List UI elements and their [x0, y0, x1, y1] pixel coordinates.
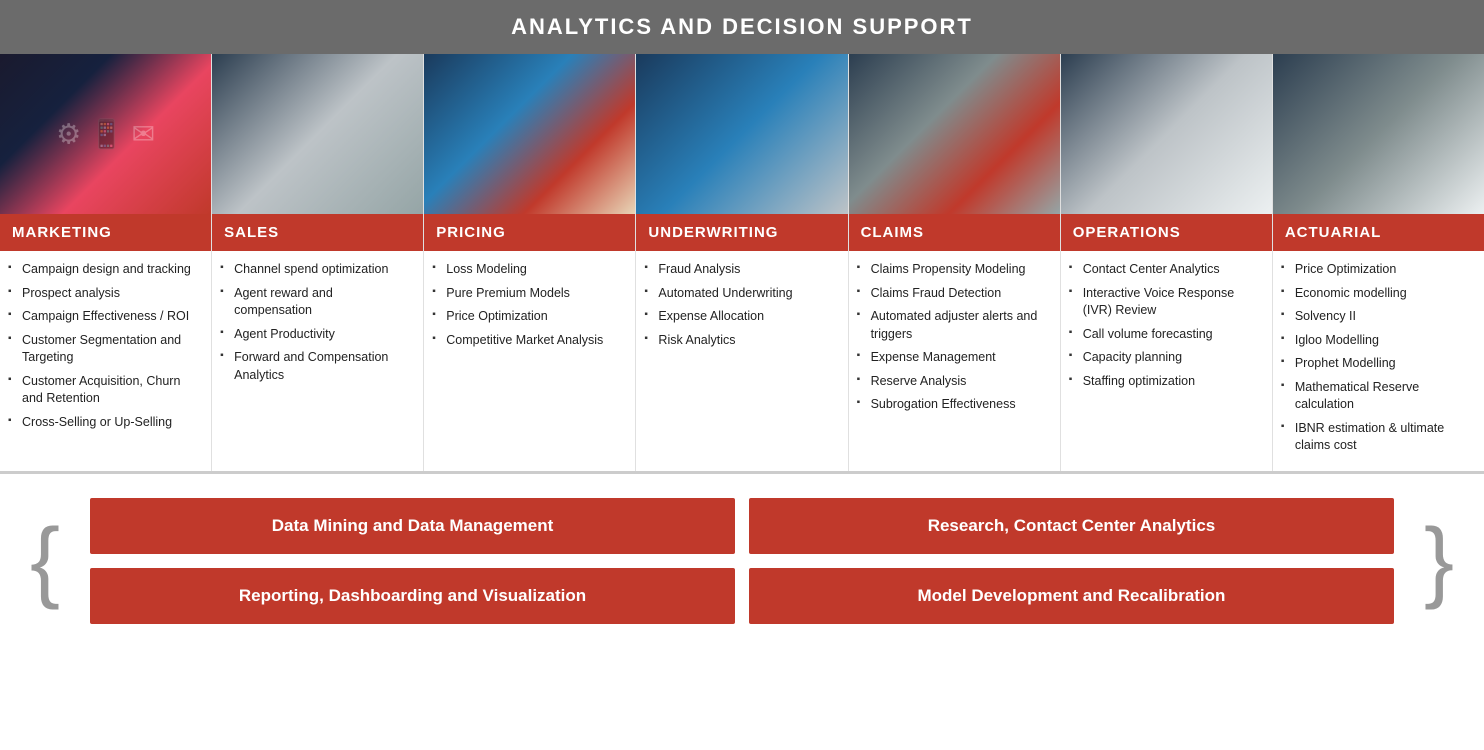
col-header-pricing: PRICING	[424, 214, 635, 251]
list-item: Campaign Effectiveness / ROI	[8, 308, 201, 326]
col-header-operations: OPERATIONS	[1061, 214, 1272, 251]
list-item: Prospect analysis	[8, 285, 201, 303]
page-title: ANALYTICS AND DECISION SUPPORT	[0, 0, 1484, 54]
list-item: Risk Analytics	[644, 332, 837, 350]
col-header-sales: SALES	[212, 214, 423, 251]
list-item: Subrogation Effectiveness	[857, 396, 1050, 414]
col-content-pricing: Loss Modeling Pure Premium Models Price Op…	[424, 251, 635, 471]
list-item: Agent reward and compensation	[220, 285, 413, 320]
list-item: Claims Fraud Detection	[857, 285, 1050, 303]
list-item: Solvency II	[1281, 308, 1474, 326]
list-item: Reserve Analysis	[857, 373, 1050, 391]
bottom-item: Data Mining and Data Management	[90, 498, 735, 554]
list-item: Staffing optimization	[1069, 373, 1262, 391]
list-item: Mathematical Reserve calculation	[1281, 379, 1474, 414]
col-marketing: MARKETING Campaign design and tracking Pro…	[0, 54, 212, 471]
col-header-claims: CLAIMS	[849, 214, 1060, 251]
list-item: Claims Propensity Modeling	[857, 261, 1050, 279]
col-content-claims: Claims Propensity Modeling Claims Fraud D…	[849, 251, 1060, 471]
list-item: Customer Segmentation and Targeting	[8, 332, 201, 367]
col-image-operations	[1061, 54, 1272, 214]
list-item: Contact Center Analytics	[1069, 261, 1262, 279]
list-item: Channel spend optimization	[220, 261, 413, 279]
col-content-operations: Contact Center Analytics Interactive Voic…	[1061, 251, 1272, 471]
list-item: Agent Productivity	[220, 326, 413, 344]
list-item: Fraud Analysis	[644, 261, 837, 279]
list-item: Automated adjuster alerts and triggers	[857, 308, 1050, 343]
list-item: Customer Acquisition, Churn and Retentio…	[8, 373, 201, 408]
col-header-underwriting: UNDERWRITING	[636, 214, 847, 251]
list-item: Call volume forecasting	[1069, 326, 1262, 344]
list-item: Capacity planning	[1069, 349, 1262, 367]
col-pricing: PRICING Loss Modeling Pure Premium Models P…	[424, 54, 636, 471]
col-image-claims	[849, 54, 1060, 214]
list-item: Economic modelling	[1281, 285, 1474, 303]
list-item: Prophet Modelling	[1281, 355, 1474, 373]
col-actuarial: ACTUARIAL Price Optimization Economic mode…	[1273, 54, 1484, 471]
brace-right-icon: }	[1424, 516, 1454, 606]
list-item: Competitive Market Analysis	[432, 332, 625, 350]
col-content-sales: Channel spend optimization Agent reward a…	[212, 251, 423, 471]
col-image-sales	[212, 54, 423, 214]
list-item: Interactive Voice Response (IVR) Review	[1069, 285, 1262, 320]
col-content-actuarial: Price Optimization Economic modelling Solv…	[1273, 251, 1484, 471]
list-item: Price Optimization	[1281, 261, 1474, 279]
list-item: Cross-Selling or Up-Selling	[8, 414, 201, 432]
col-operations: OPERATIONS Contact Center Analytics Intera…	[1061, 54, 1273, 471]
list-item: IBNR estimation & ultimate claims cost	[1281, 420, 1474, 455]
col-header-marketing: MARKETING	[0, 214, 211, 251]
bottom-item: Model Development and Recalibration	[749, 568, 1394, 624]
list-item: Pure Premium Models	[432, 285, 625, 303]
list-item: Igloo Modelling	[1281, 332, 1474, 350]
bottom-item: Research, Contact Center Analytics	[749, 498, 1394, 554]
col-image-underwriting	[636, 54, 847, 214]
bottom-item: Reporting, Dashboarding and Visualizatio…	[90, 568, 735, 624]
col-image-actuarial	[1273, 54, 1484, 214]
list-item: Loss Modeling	[432, 261, 625, 279]
bottom-grid: Data Mining and Data ManagementResearch,…	[90, 498, 1394, 624]
col-header-actuarial: ACTUARIAL	[1273, 214, 1484, 251]
list-item: Price Optimization	[432, 308, 625, 326]
col-content-underwriting: Fraud Analysis Automated Underwriting Expe…	[636, 251, 847, 471]
col-claims: CLAIMS Claims Propensity Modeling Claims F…	[849, 54, 1061, 471]
list-item: Campaign design and tracking	[8, 261, 201, 279]
col-content-marketing: Campaign design and tracking Prospect ana…	[0, 251, 211, 471]
brace-left-icon: {	[30, 516, 60, 606]
list-item: Forward and Compensation Analytics	[220, 349, 413, 384]
columns-wrapper: MARKETING Campaign design and tracking Pro…	[0, 54, 1484, 474]
list-item: Expense Management	[857, 349, 1050, 367]
list-item: Automated Underwriting	[644, 285, 837, 303]
col-sales: SALES Channel spend optimization Agent rew…	[212, 54, 424, 471]
bottom-section: { Data Mining and Data ManagementResearc…	[0, 474, 1484, 648]
col-underwriting: UNDERWRITING Fraud Analysis Automated Unde…	[636, 54, 848, 471]
col-image-pricing	[424, 54, 635, 214]
col-image-marketing	[0, 54, 211, 214]
list-item: Expense Allocation	[644, 308, 837, 326]
